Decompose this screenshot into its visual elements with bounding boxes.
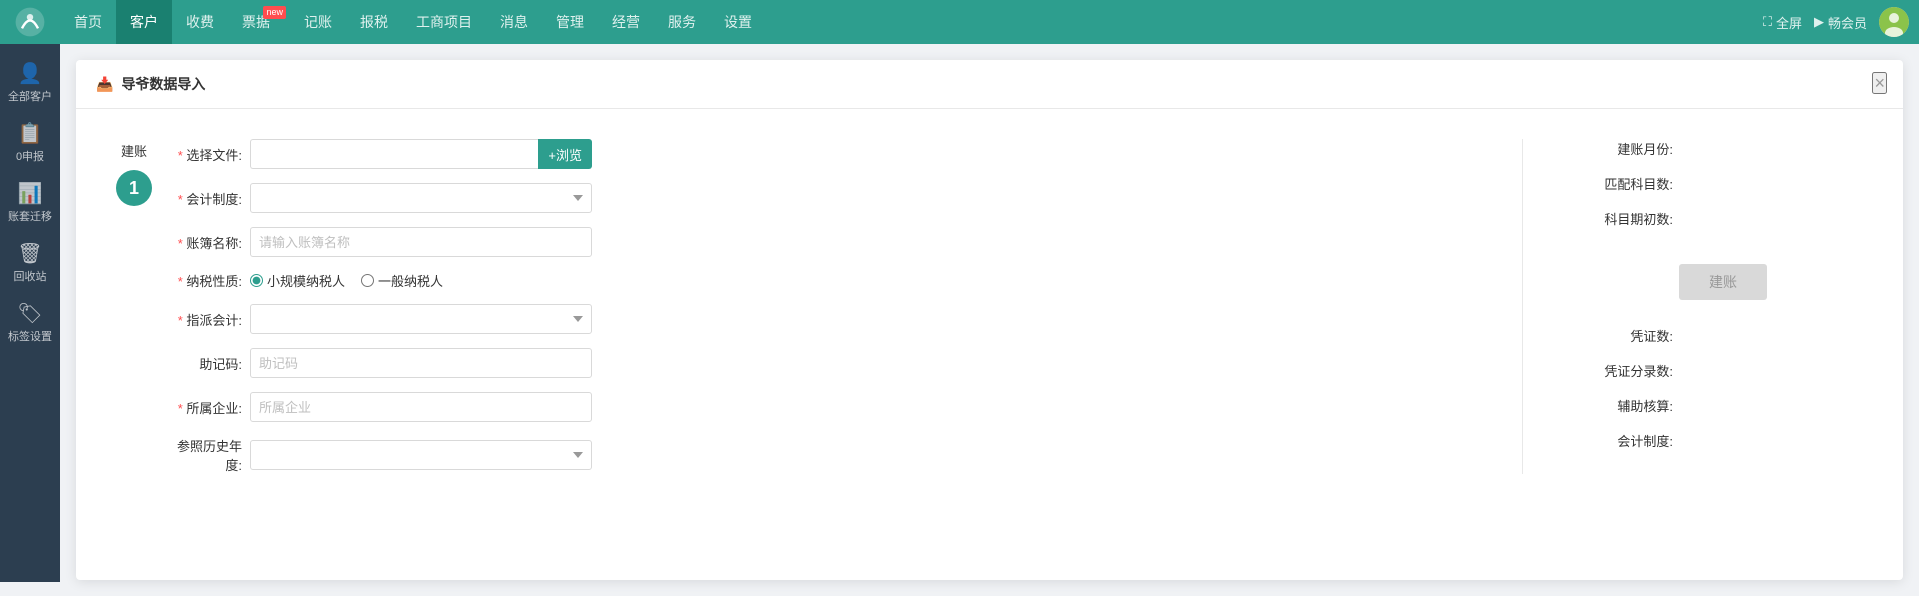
recycle-icon: 🗑 [17, 244, 42, 264]
tax-type-row: 纳税性质: 小规模纳税人 一般纳税人 [172, 271, 592, 290]
tax-type-label: 纳税性质: [172, 271, 242, 290]
sidebar-label-all-customers: 全部客户 [8, 88, 52, 104]
sidebar-label-account-migrate: 账套迁移 [8, 208, 52, 224]
form-fields: 选择文件: +浏览 会计制度: [172, 139, 592, 474]
voucher-label: 凭证数: [1583, 326, 1673, 345]
nav-business[interactable]: 工商项目 [402, 0, 486, 44]
company-input[interactable] [250, 392, 592, 422]
nav-manage[interactable]: 管理 [542, 0, 598, 44]
nav-home[interactable]: 首页 [60, 0, 116, 44]
main-content: 📥 导爷数据导入 × 建账 1 选择文件: +浏览 [60, 44, 1919, 596]
nav-messages[interactable]: 消息 [486, 0, 542, 44]
match-subject-row: 匹配科目数: [1583, 174, 1863, 193]
accounting-system-row: 会计制度: [172, 183, 592, 213]
account-name-label: 账簿名称: [172, 233, 242, 252]
nav-customers[interactable]: 客户 [116, 0, 172, 44]
panel-close-button[interactable]: × [1872, 72, 1887, 94]
nav-right: ⛶ 全屏 ▶ 畅会员 [1763, 7, 1909, 37]
info-accounting-system-row: 会计制度: [1583, 431, 1863, 450]
accounting-system-label: 会计制度: [172, 189, 242, 208]
top-navigation: 首页 客户 收费 票据 new 记账 报税 工商项目 消息 管理 经营 服务 设… [0, 0, 1919, 44]
nav-tax[interactable]: 报税 [346, 0, 402, 44]
sidebar-item-declare[interactable]: 📋 0申报 [0, 114, 60, 174]
nav-operation[interactable]: 经营 [598, 0, 654, 44]
memo-label: 助记码: [172, 354, 242, 373]
account-name-row: 账簿名称: [172, 227, 592, 257]
aux-accounting-label: 辅助核算: [1583, 396, 1673, 415]
assign-accountant-select[interactable] [250, 304, 592, 334]
file-input-group: +浏览 [250, 139, 592, 169]
aux-accounting-row: 辅助核算: [1583, 396, 1863, 415]
nav-invoices[interactable]: 票据 new [228, 0, 290, 44]
nav-fees[interactable]: 收费 [172, 0, 228, 44]
nav-settings[interactable]: 设置 [710, 0, 766, 44]
panel-body: 建账 1 选择文件: +浏览 会计制度: [76, 109, 1903, 504]
new-badge: new [263, 6, 286, 19]
panel-title: 导爷数据导入 [121, 74, 205, 94]
fullscreen-button[interactable]: ⛶ 全屏 [1763, 13, 1802, 32]
form-section: 建账 1 选择文件: +浏览 会计制度: [116, 139, 1462, 474]
tax-general-label: 一般纳税人 [378, 271, 443, 290]
sidebar-label-declare: 0申报 [16, 148, 44, 164]
sidebar-item-recycle[interactable]: 🗑 回收站 [0, 234, 60, 294]
panel-header: 📥 导爷数据导入 [76, 60, 1903, 109]
file-row: 选择文件: +浏览 [172, 139, 592, 169]
sidebar: 👤 全部客户 📋 0申报 📊 账套迁移 🗑 回收站 🏷 标签设置 [0, 44, 60, 582]
vip-button[interactable]: ▶ 畅会员 [1814, 13, 1867, 32]
step-badge: 1 [116, 170, 152, 206]
voucher-records-row: 凭证分录数: [1583, 361, 1863, 380]
sidebar-label-tag-settings: 标签设置 [8, 328, 52, 344]
tax-small-scale[interactable]: 小规模纳税人 [250, 271, 345, 290]
sidebar-label-recycle: 回收站 [14, 268, 47, 284]
memo-input[interactable] [250, 348, 592, 378]
account-name-input[interactable] [250, 227, 592, 257]
avatar[interactable] [1879, 7, 1909, 37]
voucher-records-label: 凭证分录数: [1583, 361, 1673, 380]
file-label: 选择文件: [172, 145, 242, 164]
accounting-system-select[interactable] [250, 183, 592, 213]
nav-items: 首页 客户 收费 票据 new 记账 报税 工商项目 消息 管理 经营 服务 设… [60, 0, 1763, 44]
declare-icon: 📋 [18, 124, 43, 144]
fullscreen-icon: ⛶ [1763, 14, 1772, 30]
subject-initial-label: 科目期初数: [1583, 209, 1673, 228]
import-panel: 📥 导爷数据导入 × 建账 1 选择文件: +浏览 [76, 60, 1903, 580]
assign-accountant-label: 指派会计: [172, 310, 242, 329]
history-year-row: 参照历史年度: [172, 436, 592, 474]
voucher-row: 凭证数: [1583, 326, 1863, 345]
file-text-input[interactable] [250, 139, 538, 169]
create-account-button[interactable]: 建账 [1679, 264, 1767, 300]
nav-bookkeeping[interactable]: 记账 [290, 0, 346, 44]
memo-row: 助记码: [172, 348, 592, 378]
vertical-divider [1522, 139, 1523, 474]
migrate-icon: 📊 [18, 184, 43, 204]
company-row: 所属企业: [172, 392, 592, 422]
tax-small-scale-label: 小规模纳税人 [267, 271, 345, 290]
company-label: 所属企业: [172, 398, 242, 417]
customers-icon: 👤 [18, 64, 43, 84]
history-year-label: 参照历史年度: [172, 436, 242, 474]
import-icon: 📥 [96, 76, 113, 93]
build-account-label: 建账 [121, 141, 147, 160]
browse-button[interactable]: +浏览 [538, 139, 592, 169]
tag-icon: 🏷 [17, 304, 42, 324]
account-month-label: 建账月份: [1583, 139, 1673, 158]
sidebar-item-all-customers[interactable]: 👤 全部客户 [0, 54, 60, 114]
info-section: 建账月份: 匹配科目数: 科目期初数: 建账 凭证数: [1583, 139, 1863, 474]
vip-icon: ▶ [1814, 14, 1824, 30]
assign-accountant-row: 指派会计: [172, 304, 592, 334]
sidebar-item-tag-settings[interactable]: 🏷 标签设置 [0, 294, 60, 354]
logo[interactable] [10, 2, 50, 42]
account-month-row: 建账月份: [1583, 139, 1863, 158]
sidebar-item-account-migrate[interactable]: 📊 账套迁移 [0, 174, 60, 234]
tax-general[interactable]: 一般纳税人 [361, 271, 443, 290]
nav-service[interactable]: 服务 [654, 0, 710, 44]
match-subject-label: 匹配科目数: [1583, 174, 1673, 193]
tax-type-radio-group: 小规模纳税人 一般纳税人 [250, 271, 592, 290]
history-year-select[interactable] [250, 440, 592, 470]
info-accounting-system-label: 会计制度: [1583, 431, 1673, 450]
subject-initial-row: 科目期初数: [1583, 209, 1863, 228]
